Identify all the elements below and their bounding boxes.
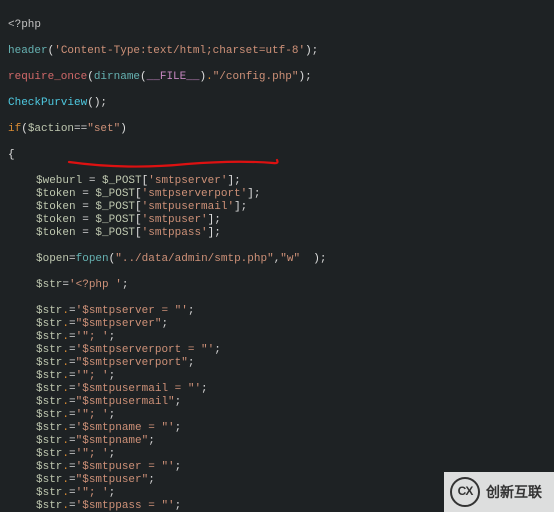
code-line: $str.="$smtpserverport"; [8,357,554,370]
code-line: if($action=="set") [8,123,554,136]
code-line: $str.='"; '; [8,370,554,383]
code-line: $weburl = $_POST['smtpserver']; [8,175,554,188]
code-line: $token = $_POST['smtpuser']; [8,214,554,227]
code-line: header('Content-Type:text/html;charset=u… [8,45,554,58]
code-line: $str.='$smtpserver = "'; [8,305,554,318]
code-line: $str.='$smtpserverport = "'; [8,344,554,357]
logo-icon: CX [450,477,480,507]
code-line: $token = $_POST['smtppass']; [8,227,554,240]
watermark-text: 创新互联 [486,486,542,499]
code-line: { [8,149,554,162]
code-line: $str='<?php '; [8,279,554,292]
code-line: $token = $_POST['smtpserverport']; [8,188,554,201]
code-line: $str.='"; '; [8,409,554,422]
code-line: $token = $_POST['smtpusermail']; [8,201,554,214]
code-line: $str.='$smtpusermail = "'; [8,383,554,396]
code-line: $str.="$smtpusermail"; [8,396,554,409]
code-line: $str.="$smtpserver"; [8,318,554,331]
code-line: $str.='"; '; [8,331,554,344]
watermark: CX 创新互联 [444,472,554,512]
code-line: $str.="$smtpname"; [8,435,554,448]
code-line: $str.='$smtpname = "'; [8,422,554,435]
code-line: require_once(dirname(__FILE__)."/config.… [8,71,554,84]
code-line: CheckPurview(); [8,97,554,110]
code-line: <?php [8,19,554,32]
code-line: $open=fopen("../data/admin/smtp.php","w"… [8,253,554,266]
code-editor: <?php header('Content-Type:text/html;cha… [0,0,554,512]
code-line: $str.='"; '; [8,448,554,461]
